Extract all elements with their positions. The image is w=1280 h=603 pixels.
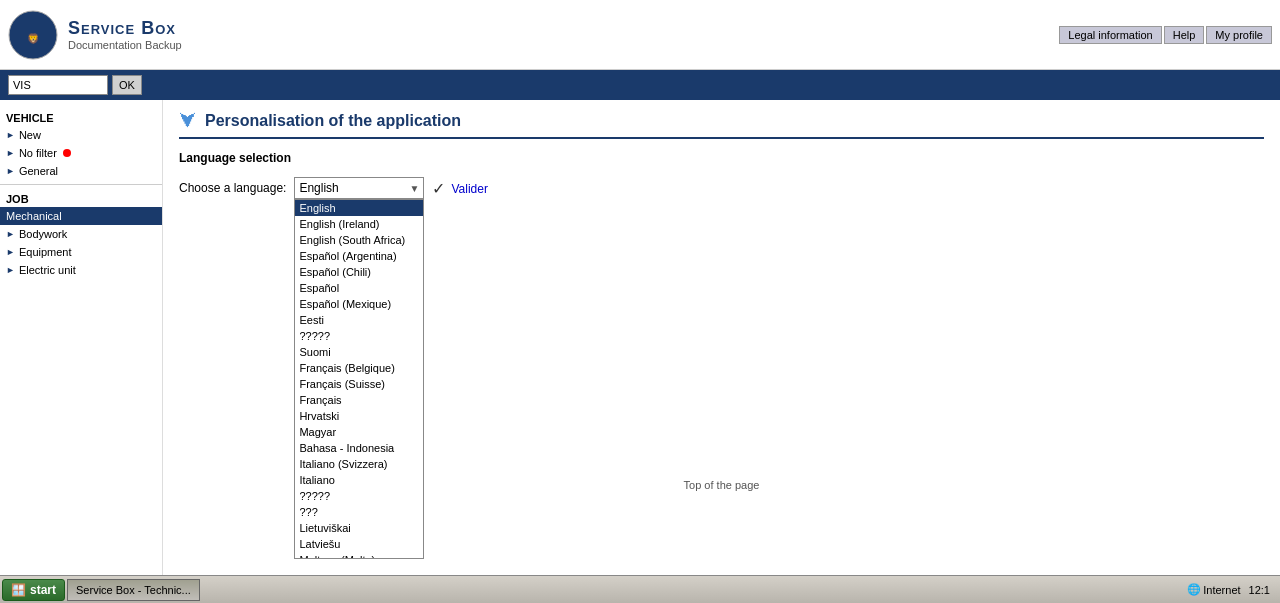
app-title-block: Service Box Documentation Backup bbox=[68, 18, 182, 51]
sidebar-item-label: General bbox=[19, 165, 58, 177]
language-option[interactable]: Italiano bbox=[295, 472, 423, 488]
page-heading: ⮟ Personalisation of the application bbox=[179, 110, 1264, 139]
internet-status: 🌐 Internet bbox=[1187, 583, 1240, 596]
validate-area: ✓ Valider bbox=[432, 179, 487, 198]
language-option[interactable]: Latviešu bbox=[295, 536, 423, 552]
language-select-wrapper: English ▼ EnglishEnglish (Ireland)Englis… bbox=[294, 177, 424, 199]
language-option[interactable]: Español bbox=[295, 280, 423, 296]
sidebar-item-no-filter[interactable]: ► No filter bbox=[0, 144, 162, 162]
sidebar-item-label: New bbox=[19, 129, 41, 141]
vis-input[interactable] bbox=[8, 75, 108, 95]
help-button[interactable]: Help bbox=[1164, 26, 1205, 44]
arrow-icon: ► bbox=[6, 130, 15, 140]
language-option[interactable]: Magyar bbox=[295, 424, 423, 440]
taskbar-items: Service Box - Technic... bbox=[67, 579, 1185, 601]
internet-label: Internet bbox=[1203, 584, 1240, 596]
language-option[interactable]: English bbox=[295, 200, 423, 216]
my-profile-button[interactable]: My profile bbox=[1206, 26, 1272, 44]
taskbar: 🪟 start Service Box - Technic... 🌐 Inter… bbox=[0, 575, 1280, 603]
logo-area: 🦁 Service Box Documentation Backup bbox=[8, 10, 182, 60]
language-option[interactable]: Italiano (Svizzera) bbox=[295, 456, 423, 472]
taskbar-right: 🌐 Internet 12:1 bbox=[1187, 583, 1278, 596]
language-option[interactable]: ??? bbox=[295, 504, 423, 520]
vehicle-section-title: VEHICLE bbox=[0, 108, 162, 126]
sidebar-item-equipment[interactable]: ► Equipment bbox=[0, 243, 162, 261]
windows-icon: 🪟 bbox=[11, 583, 26, 597]
peugeot-logo: 🦁 bbox=[8, 10, 58, 60]
toolbar: OK bbox=[0, 70, 1280, 100]
sidebar-item-mechanical[interactable]: Mechanical bbox=[0, 207, 162, 225]
app-subtitle: Documentation Backup bbox=[68, 39, 182, 51]
language-option[interactable]: English (South Africa) bbox=[295, 232, 423, 248]
selected-language-text: English bbox=[299, 181, 338, 195]
start-button[interactable]: 🪟 start bbox=[2, 579, 65, 601]
main-layout: VEHICLE ► New ► No filter ► General JOB … bbox=[0, 100, 1280, 575]
valider-button[interactable]: Valider bbox=[451, 182, 487, 196]
header-right: Legal information Help My profile bbox=[1059, 26, 1272, 44]
language-select-display[interactable]: English ▼ bbox=[294, 177, 424, 199]
sidebar-divider bbox=[0, 184, 162, 185]
language-option[interactable]: Español (Chili) bbox=[295, 264, 423, 280]
top-of-page-label: Top of the page bbox=[684, 479, 760, 491]
system-clock: 12:1 bbox=[1245, 584, 1274, 596]
language-option[interactable]: Español (Mexique) bbox=[295, 296, 423, 312]
taskbar-item-label: Service Box - Technic... bbox=[76, 584, 191, 596]
app-title: Service Box bbox=[68, 18, 182, 39]
language-section-label: Language selection bbox=[179, 151, 1264, 165]
dropdown-arrow-icon: ▼ bbox=[410, 183, 420, 194]
taskbar-servicebox-item[interactable]: Service Box - Technic... bbox=[67, 579, 200, 601]
sidebar-item-new[interactable]: ► New bbox=[0, 126, 162, 144]
header: 🦁 Service Box Documentation Backup Legal… bbox=[0, 0, 1280, 70]
language-option[interactable]: Bahasa - Indonesia bbox=[295, 440, 423, 456]
arrow-icon: ► bbox=[6, 229, 15, 239]
sidebar-item-label: No filter bbox=[19, 147, 57, 159]
language-option[interactable]: Español (Argentina) bbox=[295, 248, 423, 264]
checkmark-icon: ✓ bbox=[432, 179, 445, 198]
arrow-icon: ► bbox=[6, 265, 15, 275]
sidebar-item-label: Mechanical bbox=[6, 210, 62, 222]
internet-icon: 🌐 bbox=[1187, 583, 1201, 596]
language-option[interactable]: Hrvatski bbox=[295, 408, 423, 424]
language-option[interactable]: English (Ireland) bbox=[295, 216, 423, 232]
language-dropdown[interactable]: EnglishEnglish (Ireland)English (South A… bbox=[294, 199, 424, 559]
language-option[interactable]: Français bbox=[295, 392, 423, 408]
sidebar-item-label: Electric unit bbox=[19, 264, 76, 276]
sidebar-item-label: Equipment bbox=[19, 246, 72, 258]
language-option[interactable]: Lietuviškai bbox=[295, 520, 423, 536]
language-option[interactable]: Suomi bbox=[295, 344, 423, 360]
sidebar-item-electric-unit[interactable]: ► Electric unit bbox=[0, 261, 162, 279]
language-option[interactable]: Français (Belgique) bbox=[295, 360, 423, 376]
language-option[interactable]: Maltese (Malta) bbox=[295, 552, 423, 559]
content-area: ⮟ Personalisation of the application Lan… bbox=[163, 100, 1280, 575]
language-section: Language selection Choose a language: En… bbox=[179, 151, 1264, 199]
arrow-icon: ► bbox=[6, 247, 15, 257]
svg-text:🦁: 🦁 bbox=[27, 32, 40, 45]
language-option[interactable]: ????? bbox=[295, 488, 423, 504]
language-option[interactable]: Eesti bbox=[295, 312, 423, 328]
heading-arrow-icon: ⮟ bbox=[179, 110, 197, 131]
job-section-title: JOB bbox=[0, 189, 162, 207]
language-option[interactable]: Français (Suisse) bbox=[295, 376, 423, 392]
arrow-icon: ► bbox=[6, 166, 15, 176]
language-option[interactable]: ????? bbox=[295, 328, 423, 344]
page-title: Personalisation of the application bbox=[205, 112, 461, 130]
filter-dot bbox=[63, 149, 71, 157]
language-row: Choose a language: English ▼ EnglishEngl… bbox=[179, 177, 1264, 199]
sidebar-item-general[interactable]: ► General bbox=[0, 162, 162, 180]
sidebar-item-bodywork[interactable]: ► Bodywork bbox=[0, 225, 162, 243]
legal-info-button[interactable]: Legal information bbox=[1059, 26, 1161, 44]
sidebar: VEHICLE ► New ► No filter ► General JOB … bbox=[0, 100, 163, 575]
arrow-icon: ► bbox=[6, 148, 15, 158]
start-label: start bbox=[30, 583, 56, 597]
ok-button[interactable]: OK bbox=[112, 75, 142, 95]
choose-language-label: Choose a language: bbox=[179, 177, 286, 199]
sidebar-item-label: Bodywork bbox=[19, 228, 67, 240]
